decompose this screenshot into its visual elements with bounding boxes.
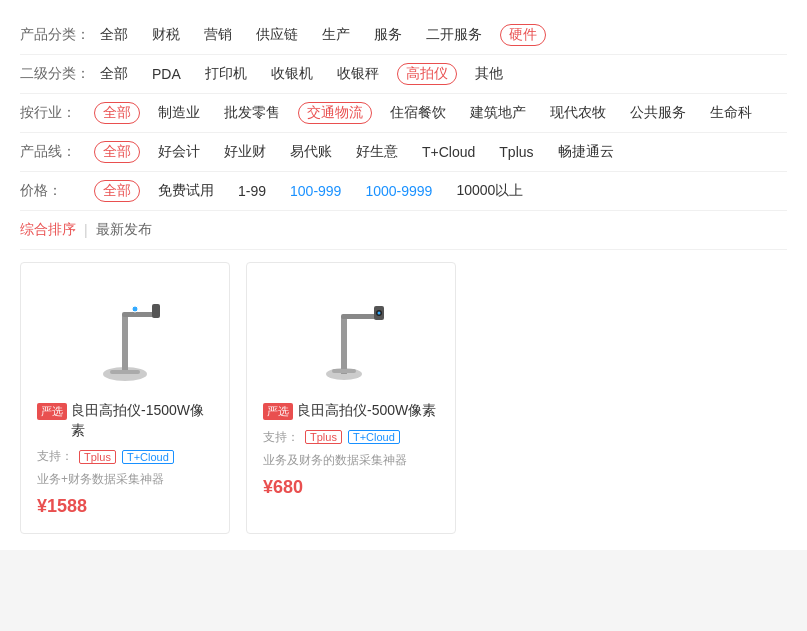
svg-rect-3 bbox=[152, 304, 160, 318]
secondary-category-row: 二级分类： 全部 PDA 打印机 收银机 收银秤 高拍仪 其他 bbox=[20, 55, 787, 94]
filter5-10000plus[interactable]: 10000以上 bbox=[450, 180, 529, 202]
svg-rect-1 bbox=[122, 314, 128, 374]
product-name-1: 良田高拍仪-1500W像素 bbox=[71, 401, 213, 440]
svg-rect-7 bbox=[341, 316, 347, 374]
product-price-2: ¥680 bbox=[263, 477, 439, 498]
product-category-row: 产品分类： 全部 财税 营销 供应链 生产 服务 二开服务 硬件 bbox=[20, 16, 787, 55]
tag-tcloud-2: T+Cloud bbox=[348, 430, 400, 444]
sort-zuixin[interactable]: 最新发布 bbox=[96, 221, 152, 239]
price-items: 全部 免费试用 1-99 100-999 1000-9999 10000以上 bbox=[94, 180, 529, 202]
filter3-zhizaoye[interactable]: 制造业 bbox=[152, 102, 206, 124]
product-svg-2 bbox=[306, 284, 396, 384]
filter3-gonggong[interactable]: 公共服务 bbox=[624, 102, 692, 124]
product-desc-2: 业务及财务的数据采集神器 bbox=[263, 452, 439, 469]
filter5-free[interactable]: 免费试用 bbox=[152, 180, 220, 202]
industry-items: 全部 制造业 批发零售 交通物流 住宿餐饮 建筑地产 现代农牧 公共服务 生命科 bbox=[94, 102, 758, 124]
filter4-all[interactable]: 全部 bbox=[94, 141, 140, 163]
filter3-shengming[interactable]: 生命科 bbox=[704, 102, 758, 124]
product-svg-1 bbox=[80, 284, 170, 384]
filter2-shoyinji[interactable]: 收银机 bbox=[265, 63, 319, 85]
sort-zonghe[interactable]: 综合排序 bbox=[20, 221, 76, 239]
svg-point-11 bbox=[378, 312, 381, 315]
filter5-1000-9999[interactable]: 1000-9999 bbox=[359, 181, 438, 201]
secondary-category-label: 二级分类： bbox=[20, 65, 90, 83]
filter5-100-999[interactable]: 100-999 bbox=[284, 181, 347, 201]
filter2-pda[interactable]: PDA bbox=[146, 64, 187, 84]
filter3-zhusucanting[interactable]: 住宿餐饮 bbox=[384, 102, 452, 124]
filter4-haoyecai[interactable]: 好业财 bbox=[218, 141, 272, 163]
filter-yingxiao[interactable]: 营销 bbox=[198, 24, 238, 46]
product-title-row-1: 严选 良田高拍仪-1500W像素 bbox=[37, 401, 213, 440]
sort-bar: 综合排序 | 最新发布 bbox=[20, 211, 787, 250]
filter5-1-99[interactable]: 1-99 bbox=[232, 181, 272, 201]
filter4-yidaizhang[interactable]: 易代账 bbox=[284, 141, 338, 163]
product-image-1 bbox=[37, 279, 213, 389]
filter-caishui[interactable]: 财税 bbox=[146, 24, 186, 46]
filter2-qita[interactable]: 其他 bbox=[469, 63, 509, 85]
filter2-all[interactable]: 全部 bbox=[94, 63, 134, 85]
badge-yanxuan-1: 严选 bbox=[37, 403, 67, 420]
industry-label: 按行业： bbox=[20, 104, 90, 122]
filter4-haoshengyi[interactable]: 好生意 bbox=[350, 141, 404, 163]
svg-rect-8 bbox=[341, 314, 379, 319]
filter3-jiaotong[interactable]: 交通物流 bbox=[298, 102, 372, 124]
tag-tcloud-1: T+Cloud bbox=[122, 450, 174, 464]
product-price-1: ¥1588 bbox=[37, 496, 213, 517]
filter-shengchan[interactable]: 生产 bbox=[316, 24, 356, 46]
industry-row: 按行业： 全部 制造业 批发零售 交通物流 住宿餐饮 建筑地产 现代农牧 公共服… bbox=[20, 94, 787, 133]
product-line-label: 产品线： bbox=[20, 143, 90, 161]
filter-fuwu[interactable]: 服务 bbox=[368, 24, 408, 46]
main-container: 产品分类： 全部 财税 营销 供应链 生产 服务 二开服务 硬件 二级分类： 全… bbox=[0, 0, 807, 550]
product-desc-1: 业务+财务数据采集神器 bbox=[37, 471, 213, 488]
support-row-1: 支持： Tplus T+Cloud bbox=[37, 448, 213, 465]
tag-tplus-1: Tplus bbox=[79, 450, 116, 464]
price-label: 价格： bbox=[20, 182, 90, 200]
secondary-category-items: 全部 PDA 打印机 收银机 收银秤 高拍仪 其他 bbox=[94, 63, 509, 85]
support-label-1: 支持： bbox=[37, 448, 73, 465]
filter4-tplus[interactable]: Tplus bbox=[493, 142, 539, 162]
filter2-dayinji[interactable]: 打印机 bbox=[199, 63, 253, 85]
support-label-2: 支持： bbox=[263, 429, 299, 446]
filter-gongyinglian[interactable]: 供应链 bbox=[250, 24, 304, 46]
filter-all[interactable]: 全部 bbox=[94, 24, 134, 46]
filter2-gaopaiy[interactable]: 高拍仪 bbox=[397, 63, 457, 85]
svg-point-4 bbox=[132, 306, 138, 312]
product-category-items: 全部 财税 营销 供应链 生产 服务 二开服务 硬件 bbox=[94, 24, 546, 46]
filter-yingjian[interactable]: 硬件 bbox=[500, 24, 546, 46]
filter3-all[interactable]: 全部 bbox=[94, 102, 140, 124]
product-category-label: 产品分类： bbox=[20, 26, 90, 44]
product-line-row: 产品线： 全部 好会计 好业财 易代账 好生意 T+Cloud Tplus 畅捷… bbox=[20, 133, 787, 172]
product-name-2: 良田高拍仪-500W像素 bbox=[297, 401, 436, 421]
product-image-2 bbox=[263, 279, 439, 389]
filter-erkaifuwu[interactable]: 二开服务 bbox=[420, 24, 488, 46]
products-grid: 严选 良田高拍仪-1500W像素 支持： Tplus T+Cloud 业务+财务… bbox=[20, 262, 787, 534]
sort-divider: | bbox=[84, 222, 88, 238]
filter4-haokuaiji[interactable]: 好会计 bbox=[152, 141, 206, 163]
filter2-shouyincheng[interactable]: 收银秤 bbox=[331, 63, 385, 85]
product-line-items: 全部 好会计 好业财 易代账 好生意 T+Cloud Tplus 畅捷通云 bbox=[94, 141, 620, 163]
svg-rect-12 bbox=[332, 369, 356, 373]
filter3-pifaling[interactable]: 批发零售 bbox=[218, 102, 286, 124]
price-row: 价格： 全部 免费试用 1-99 100-999 1000-9999 10000… bbox=[20, 172, 787, 211]
product-title-row-2: 严选 良田高拍仪-500W像素 bbox=[263, 401, 439, 421]
product-card-1[interactable]: 严选 良田高拍仪-1500W像素 支持： Tplus T+Cloud 业务+财务… bbox=[20, 262, 230, 534]
filter4-tcloud[interactable]: T+Cloud bbox=[416, 142, 481, 162]
filter3-xiandainongmu[interactable]: 现代农牧 bbox=[544, 102, 612, 124]
support-row-2: 支持： Tplus T+Cloud bbox=[263, 429, 439, 446]
svg-rect-5 bbox=[110, 370, 140, 374]
filter3-jianzhu[interactable]: 建筑地产 bbox=[464, 102, 532, 124]
filter4-changjietong[interactable]: 畅捷通云 bbox=[552, 141, 620, 163]
filter5-all[interactable]: 全部 bbox=[94, 180, 140, 202]
badge-yanxuan-2: 严选 bbox=[263, 403, 293, 420]
tag-tplus-2: Tplus bbox=[305, 430, 342, 444]
svg-rect-2 bbox=[122, 312, 157, 317]
product-card-2[interactable]: 严选 良田高拍仪-500W像素 支持： Tplus T+Cloud 业务及财务的… bbox=[246, 262, 456, 534]
